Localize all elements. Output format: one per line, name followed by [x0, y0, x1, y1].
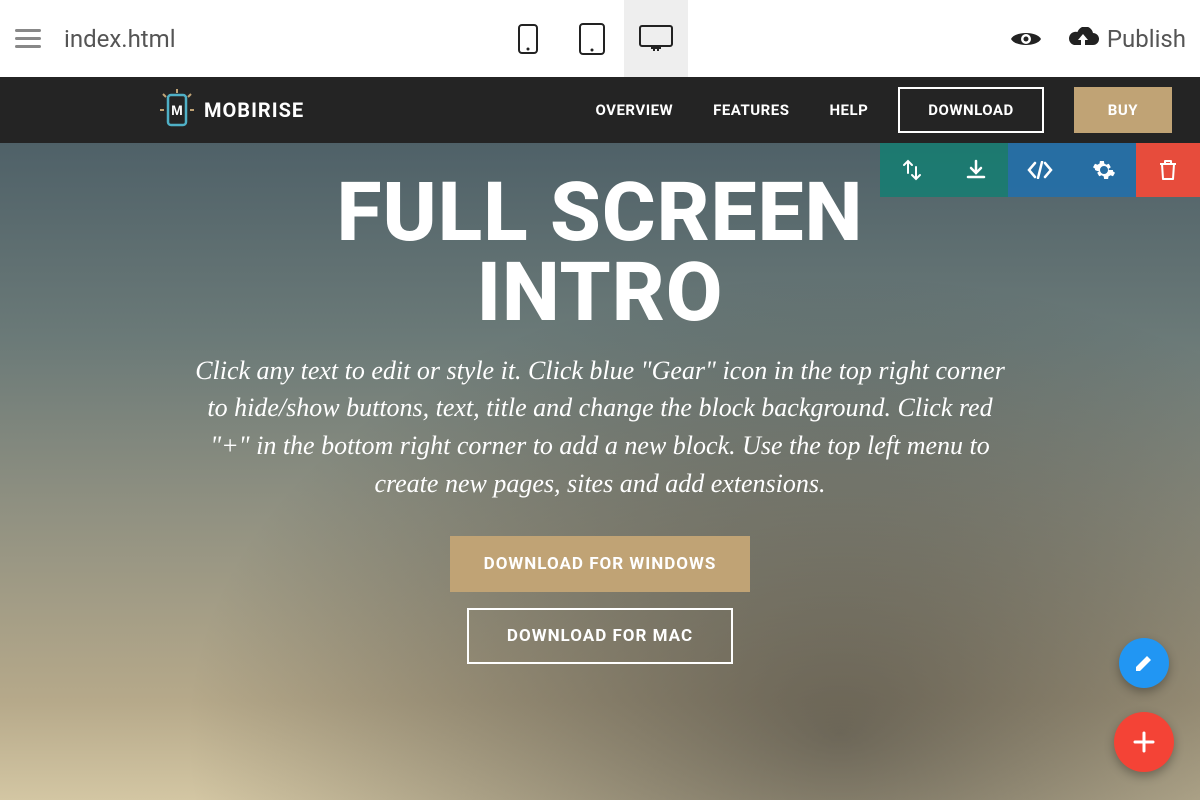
download-button[interactable]: DOWNLOAD: [898, 87, 1043, 133]
device-preview-group: [496, 0, 688, 77]
svg-text:M: M: [171, 102, 183, 118]
eye-icon: [1009, 28, 1043, 50]
brand-logo-icon: M: [160, 89, 194, 131]
device-desktop-button[interactable]: [624, 0, 688, 77]
hero-buttons: DOWNLOAD FOR WINDOWS DOWNLOAD FOR MAC: [450, 536, 751, 664]
download-windows-button[interactable]: DOWNLOAD FOR WINDOWS: [450, 536, 751, 592]
download-icon: [965, 159, 987, 181]
buy-button[interactable]: BUY: [1074, 87, 1172, 133]
filename-label[interactable]: index.html: [64, 25, 176, 53]
brand-text: MOBIRISE: [204, 98, 304, 122]
gear-icon: [1092, 158, 1116, 182]
download-mac-button[interactable]: DOWNLOAD FOR MAC: [467, 608, 733, 664]
cloud-upload-icon: [1067, 27, 1099, 51]
nav-link-overview[interactable]: OVERVIEW: [596, 101, 674, 119]
add-block-fab[interactable]: [1114, 712, 1174, 772]
hero-body-text[interactable]: Click any text to edit or style it. Clic…: [190, 352, 1010, 503]
hero-title[interactable]: FULL SCREEN INTRO: [337, 173, 864, 334]
hero-block[interactable]: FULL SCREEN INTRO Click any text to edit…: [0, 143, 1200, 800]
block-toolbar: [880, 143, 1200, 197]
preview-button[interactable]: [1009, 28, 1043, 50]
monitor-icon: [639, 25, 673, 53]
menu-button[interactable]: [10, 21, 46, 57]
block-delete-button[interactable]: [1136, 143, 1200, 197]
trash-icon: [1158, 159, 1178, 181]
block-code-button[interactable]: [1008, 143, 1072, 197]
nav-link-features[interactable]: FEATURES: [713, 101, 789, 119]
plus-icon: [1130, 728, 1158, 756]
publish-button[interactable]: Publish: [1067, 25, 1186, 53]
move-updown-icon: [901, 159, 923, 181]
nav-links: OVERVIEW FEATURES HELP: [596, 101, 869, 119]
hero-title-line2: INTRO: [477, 245, 724, 341]
block-move-button[interactable]: [880, 143, 944, 197]
site-navbar: M MOBIRISE OVERVIEW FEATURES HELP DOWNLO…: [0, 77, 1200, 143]
device-mobile-button[interactable]: [496, 0, 560, 77]
app-top-bar: index.html Publish: [0, 0, 1200, 77]
device-tablet-button[interactable]: [560, 0, 624, 77]
nav-link-help[interactable]: HELP: [829, 101, 868, 119]
code-icon: [1027, 161, 1053, 179]
smartphone-icon: [518, 24, 538, 54]
tablet-icon: [579, 23, 605, 55]
block-save-button[interactable]: [944, 143, 1008, 197]
brand[interactable]: M MOBIRISE: [160, 89, 304, 131]
edit-fab[interactable]: [1119, 638, 1169, 688]
block-settings-button[interactable]: [1072, 143, 1136, 197]
pencil-icon: [1133, 652, 1155, 674]
publish-label: Publish: [1107, 25, 1186, 53]
